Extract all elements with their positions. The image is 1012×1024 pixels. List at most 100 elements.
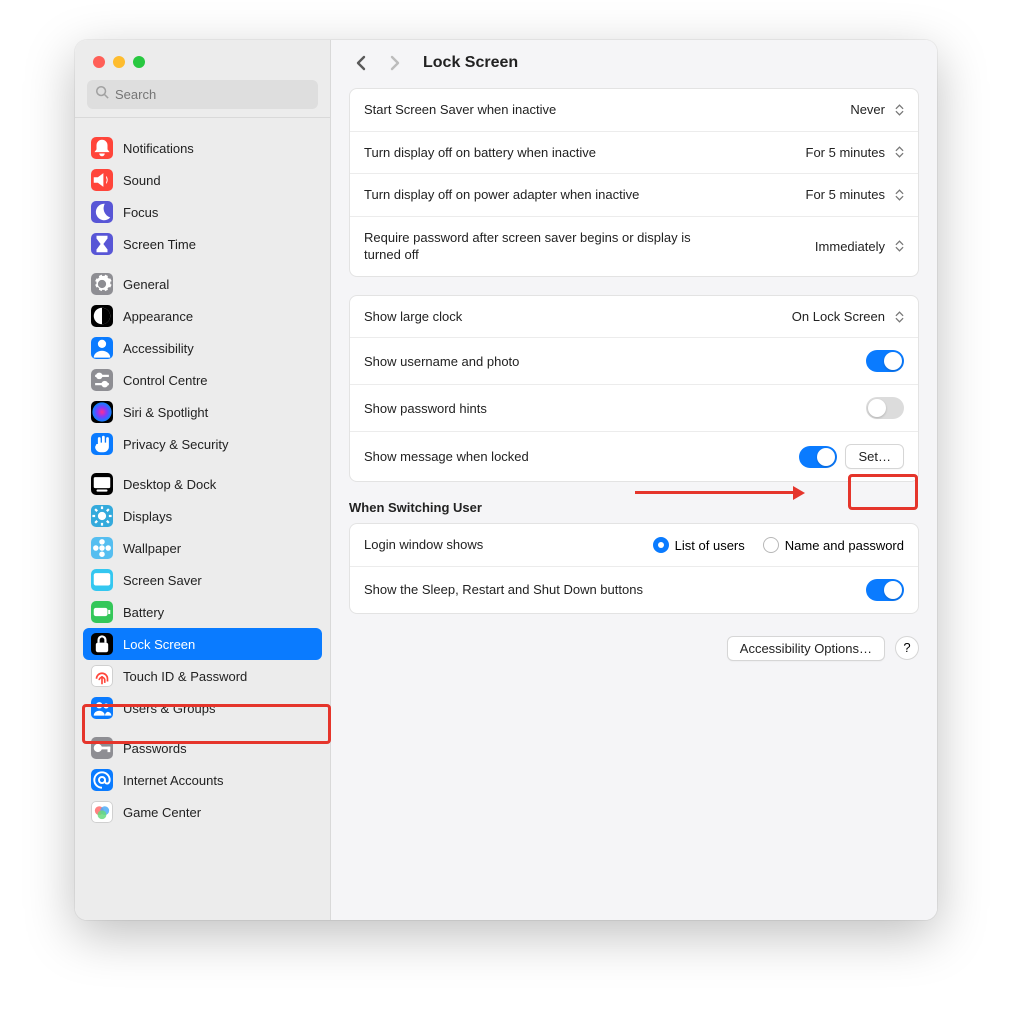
sidebar-item-wallpaper[interactable]: Wallpaper — [83, 532, 322, 564]
sidebar-item-notifications[interactable]: Notifications — [83, 132, 322, 164]
set-button[interactable]: Set… — [845, 444, 904, 469]
sidebar-item-control-centre[interactable]: Control Centre — [83, 364, 322, 396]
select-value: For 5 minutes — [806, 187, 885, 202]
sidebar-item-screen-saver[interactable]: Screen Saver — [83, 564, 322, 596]
battery-icon — [91, 601, 113, 623]
lock-icon — [91, 633, 113, 655]
sliders-icon — [91, 369, 113, 391]
sidebar: Notifications Sound Focus Screen Time Genera… — [75, 40, 331, 920]
sidebar-item-label: Accessibility — [123, 341, 194, 356]
minimize-window-button[interactable] — [113, 56, 125, 68]
sleep-restart-shutdown-label: Show the Sleep, Restart and Shut Down bu… — [364, 581, 643, 599]
sidebar-item-privacy-security[interactable]: Privacy & Security — [83, 428, 322, 460]
row-label: Turn display off on power adapter when i… — [364, 186, 639, 204]
sidebar-item-siri-spotlight[interactable]: Siri & Spotlight — [83, 396, 322, 428]
gamecenter-icon — [91, 801, 113, 823]
sidebar-item-displays[interactable]: Displays — [83, 500, 322, 532]
radio-list-of-users[interactable]: List of users — [653, 537, 745, 553]
sidebar-item-label: Screen Time — [123, 237, 196, 252]
window-controls — [75, 40, 330, 80]
sidebar-item-label: Focus — [123, 205, 158, 220]
screensaver-icon — [91, 569, 113, 591]
sidebar-item-label: Appearance — [123, 309, 193, 324]
person-icon — [91, 337, 113, 359]
sidebar-item-focus[interactable]: Focus — [83, 196, 322, 228]
sidebar-list: Notifications Sound Focus Screen Time Genera… — [75, 124, 330, 920]
select-main-2[interactable]: For 5 minutes — [806, 187, 904, 202]
sidebar-item-label: Internet Accounts — [123, 773, 223, 788]
nav-forward-button[interactable] — [385, 54, 403, 72]
radio-name-and-password[interactable]: Name and password — [763, 537, 904, 553]
speaker-icon — [91, 169, 113, 191]
sidebar-item-label: Sound — [123, 173, 161, 188]
sidebar-item-touch-id-password[interactable]: Touch ID & Password — [83, 660, 322, 692]
row-label: Show message when locked — [364, 448, 529, 466]
nav-back-button[interactable] — [353, 54, 371, 72]
toggle-clock-2[interactable] — [866, 397, 904, 419]
select-value: For 5 minutes — [806, 145, 885, 160]
select-value: On Lock Screen — [792, 309, 885, 324]
select-value: Never — [850, 102, 885, 117]
moon-icon — [91, 201, 113, 223]
sidebar-item-label: Lock Screen — [123, 637, 195, 652]
stepper-icon — [895, 104, 904, 116]
row-label: Show large clock — [364, 308, 462, 326]
users-icon — [91, 697, 113, 719]
sidebar-item-label: Screen Saver — [123, 573, 202, 588]
sidebar-item-desktop-dock[interactable]: Desktop & Dock — [83, 468, 322, 500]
search-icon — [95, 85, 109, 104]
sidebar-item-screen-time[interactable]: Screen Time — [83, 228, 322, 260]
sidebar-item-label: General — [123, 277, 169, 292]
sidebar-item-label: Privacy & Security — [123, 437, 228, 452]
sidebar-item-label: Displays — [123, 509, 172, 524]
sidebar-item-internet-accounts[interactable]: Internet Accounts — [83, 764, 322, 796]
switching-user-title: When Switching User — [349, 500, 919, 515]
row-label: Show username and photo — [364, 353, 519, 371]
sidebar-item-sound[interactable]: Sound — [83, 164, 322, 196]
login-window-radio-group: List of users Name and password — [653, 537, 904, 553]
stepper-icon — [895, 146, 904, 158]
fingerprint-icon — [91, 665, 113, 687]
siri-icon — [91, 401, 113, 423]
toggle-clock-3[interactable] — [799, 446, 837, 468]
sidebar-item-label: Siri & Spotlight — [123, 405, 208, 420]
dock-icon — [91, 473, 113, 495]
select-main-0[interactable]: Never — [850, 102, 904, 117]
sidebar-item-lock-screen[interactable]: Lock Screen — [83, 628, 322, 660]
row-label: Turn display off on battery when inactiv… — [364, 144, 596, 162]
close-window-button[interactable] — [93, 56, 105, 68]
sidebar-item-general[interactable]: General — [83, 268, 322, 300]
row-label: Require password after screen saver begi… — [364, 229, 699, 264]
accessibility-options-button[interactable]: Accessibility Options… — [727, 636, 885, 661]
content-header: Lock Screen — [331, 40, 937, 88]
select-main-3[interactable]: Immediately — [815, 239, 904, 254]
sidebar-item-label: Users & Groups — [123, 701, 215, 716]
sidebar-item-game-center[interactable]: Game Center — [83, 796, 322, 828]
sidebar-item-label: Passwords — [123, 741, 187, 756]
fullscreen-window-button[interactable] — [133, 56, 145, 68]
toggle-clock-1[interactable] — [866, 350, 904, 372]
stepper-icon — [895, 240, 904, 252]
footer-buttons: Accessibility Options… ? — [331, 632, 937, 679]
gear-icon — [91, 273, 113, 295]
page-title: Lock Screen — [423, 54, 518, 72]
select-clock-0[interactable]: On Lock Screen — [792, 309, 904, 324]
sidebar-item-battery[interactable]: Battery — [83, 596, 322, 628]
search-input[interactable] — [115, 87, 310, 102]
stepper-icon — [895, 189, 904, 201]
help-button[interactable]: ? — [895, 636, 919, 660]
sidebar-item-label: Touch ID & Password — [123, 669, 247, 684]
sidebar-item-accessibility[interactable]: Accessibility — [83, 332, 322, 364]
sidebar-item-passwords[interactable]: Passwords — [83, 732, 322, 764]
at-icon — [91, 769, 113, 791]
screen-saver-panel: Start Screen Saver when inactiveNever Tu… — [349, 88, 919, 277]
sidebar-search[interactable] — [87, 80, 318, 109]
sidebar-item-appearance[interactable]: Appearance — [83, 300, 322, 332]
login-window-shows-label: Login window shows — [364, 536, 483, 554]
flower-icon — [91, 537, 113, 559]
select-main-1[interactable]: For 5 minutes — [806, 145, 904, 160]
hourglass-icon — [91, 233, 113, 255]
sleep-restart-shutdown-toggle[interactable] — [866, 579, 904, 601]
sidebar-item-users-groups[interactable]: Users & Groups — [83, 692, 322, 724]
system-settings-window: Notifications Sound Focus Screen Time Genera… — [75, 40, 937, 920]
